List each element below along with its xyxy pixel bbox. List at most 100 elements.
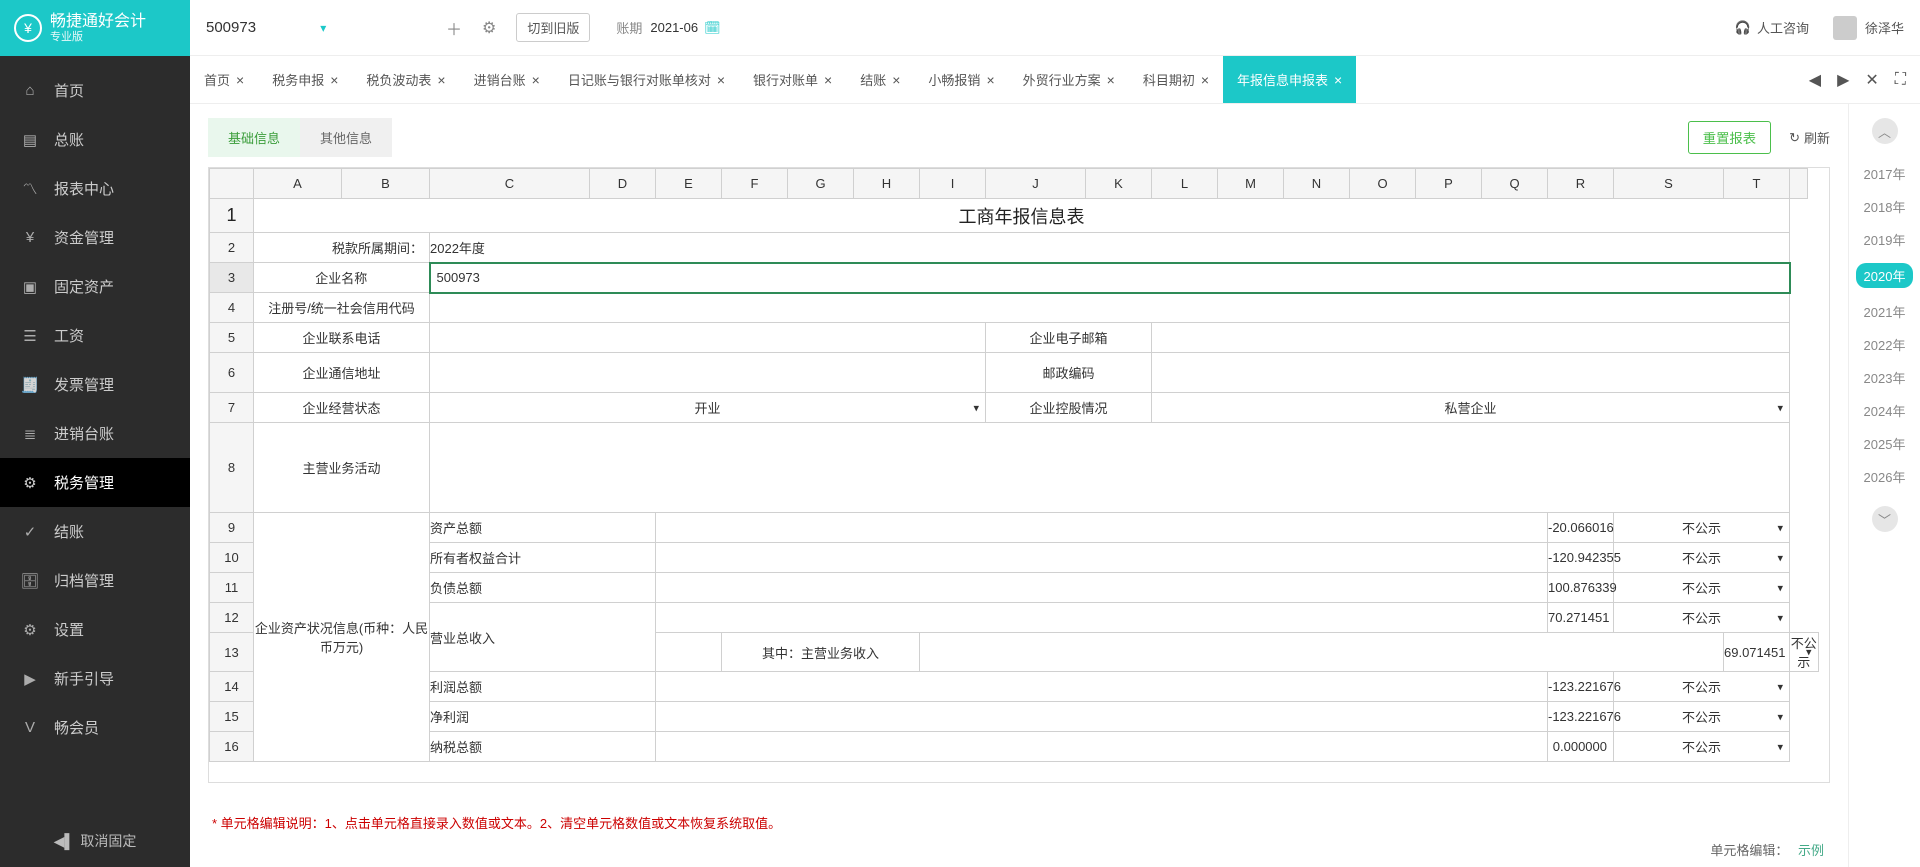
cell[interactable]: 工商年报信息表 <box>254 199 1790 233</box>
row-header[interactable]: 5 <box>210 323 254 353</box>
year-2025年[interactable]: 2025年 <box>1864 434 1906 453</box>
cell[interactable]: 税款所属期间： <box>254 233 430 263</box>
unpin-button[interactable]: ◀▌ 取消固定 <box>0 815 190 867</box>
row-header[interactable]: 16 <box>210 732 254 762</box>
cell[interactable]: -123.221676 <box>1548 702 1614 732</box>
cell[interactable]: 0.000000 <box>1548 732 1614 762</box>
tab-close-all-button[interactable]: ✕ <box>1857 70 1886 90</box>
tab-close-icon[interactable]: × <box>892 72 900 88</box>
tab-3[interactable]: 进销台账× <box>460 56 554 103</box>
tab-close-icon[interactable]: × <box>236 72 244 88</box>
cell[interactable]: 纳税总额 <box>430 732 656 762</box>
row-header[interactable]: 1 <box>210 199 254 233</box>
cell[interactable]: 不公示 <box>1614 573 1790 603</box>
cell[interactable] <box>430 323 986 353</box>
cell[interactable]: 100.876339 <box>1548 573 1614 603</box>
row-header[interactable]: 11 <box>210 573 254 603</box>
cell[interactable]: 企业资产状况信息(币种：人民币万元) <box>254 513 430 762</box>
year-2019年[interactable]: 2019年 <box>1864 230 1906 249</box>
cell[interactable]: 利润总额 <box>430 672 656 702</box>
nav-item-8[interactable]: ⚙税务管理 <box>0 458 190 507</box>
nav-item-12[interactable]: ▶新手引导 <box>0 654 190 703</box>
example-link[interactable]: 示例 <box>1798 843 1824 858</box>
cell[interactable]: 不公示 <box>1790 633 1819 672</box>
nav-item-2[interactable]: 〽报表中心 <box>0 164 190 213</box>
cell[interactable]: 不公示 <box>1614 702 1790 732</box>
col-header[interactable]: A <box>254 169 342 199</box>
row-header[interactable]: 14 <box>210 672 254 702</box>
cell[interactable]: 其中：主营业务收入 <box>722 633 920 672</box>
col-header[interactable]: L <box>1152 169 1218 199</box>
cell[interactable]: 主营业务活动 <box>254 423 430 513</box>
cell[interactable] <box>430 353 986 393</box>
cell[interactable] <box>656 603 1548 633</box>
horizontal-scrollbar[interactable] <box>208 783 1830 801</box>
nav-item-7[interactable]: ≣进销台账 <box>0 409 190 458</box>
cell[interactable]: 私营企业 <box>1152 393 1790 423</box>
cell[interactable] <box>1152 353 1790 393</box>
tab-close-icon[interactable]: × <box>532 72 540 88</box>
cell[interactable]: 净利润 <box>430 702 656 732</box>
cell[interactable] <box>656 702 1548 732</box>
tab-close-icon[interactable]: × <box>330 72 338 88</box>
tab-1[interactable]: 税务申报× <box>258 56 352 103</box>
add-button[interactable]: ＋ <box>446 16 462 40</box>
row-header[interactable]: 7 <box>210 393 254 423</box>
col-header[interactable] <box>210 169 254 199</box>
row-header[interactable]: 6 <box>210 353 254 393</box>
cell[interactable]: 邮政编码 <box>986 353 1152 393</box>
year-down-button[interactable]: ﹀ <box>1872 506 1898 532</box>
col-header[interactable]: J <box>986 169 1086 199</box>
row-header[interactable]: 10 <box>210 543 254 573</box>
col-header[interactable]: E <box>656 169 722 199</box>
col-header[interactable]: N <box>1284 169 1350 199</box>
tab-close-icon[interactable]: × <box>824 72 832 88</box>
nav-item-13[interactable]: V畅会员 <box>0 703 190 752</box>
cell[interactable]: 企业联系电话 <box>254 323 430 353</box>
cell[interactable] <box>656 672 1548 702</box>
col-header[interactable]: G <box>788 169 854 199</box>
col-header[interactable]: I <box>920 169 986 199</box>
row-header[interactable]: 3 <box>210 263 254 293</box>
tab-close-icon[interactable]: × <box>1334 72 1342 88</box>
nav-item-4[interactable]: ▣固定资产 <box>0 262 190 311</box>
cell[interactable]: 所有者权益合计 <box>430 543 656 573</box>
rebuild-report-button[interactable]: 重置报表 <box>1688 121 1771 154</box>
col-header[interactable]: F <box>722 169 788 199</box>
row-header[interactable]: 12 <box>210 603 254 633</box>
user-menu[interactable]: 徐泽华 <box>1833 16 1904 40</box>
year-up-button[interactable]: ︿ <box>1872 118 1898 144</box>
cell[interactable]: 不公示 <box>1614 513 1790 543</box>
col-header[interactable]: T <box>1724 169 1790 199</box>
col-header[interactable]: D <box>590 169 656 199</box>
row-header[interactable]: 13 <box>210 633 254 672</box>
cell[interactable] <box>656 513 1548 543</box>
cell[interactable] <box>430 293 1790 323</box>
year-2017年[interactable]: 2017年 <box>1864 164 1906 183</box>
row-header[interactable]: 15 <box>210 702 254 732</box>
cell[interactable] <box>656 573 1548 603</box>
cell[interactable]: 企业名称 <box>254 263 430 293</box>
cell[interactable]: 不公示 <box>1614 543 1790 573</box>
cell[interactable] <box>920 633 1724 672</box>
year-2018年[interactable]: 2018年 <box>1864 197 1906 216</box>
year-2022年[interactable]: 2022年 <box>1864 335 1906 354</box>
cell[interactable] <box>656 633 722 672</box>
cell[interactable]: 负债总额 <box>430 573 656 603</box>
year-2020年[interactable]: 2020年 <box>1856 263 1914 288</box>
col-header[interactable]: O <box>1350 169 1416 199</box>
subtab-basic[interactable]: 基础信息 <box>208 118 300 157</box>
calendar-icon[interactable]: 🗓 <box>704 20 721 36</box>
col-header[interactable]: C <box>430 169 590 199</box>
tab-8[interactable]: 外贸行业方案× <box>1009 56 1129 103</box>
cell[interactable]: 开业 <box>430 393 986 423</box>
cell[interactable]: -123.221676 <box>1548 672 1614 702</box>
tab-9[interactable]: 科目期初× <box>1129 56 1223 103</box>
col-header[interactable]: P <box>1416 169 1482 199</box>
cell[interactable]: -20.066016 <box>1548 513 1614 543</box>
cell[interactable]: 企业控股情况 <box>986 393 1152 423</box>
tab-close-icon[interactable]: × <box>717 72 725 88</box>
cell[interactable]: 不公示 <box>1614 603 1790 633</box>
cell[interactable]: 营业总收入 <box>430 603 656 672</box>
settings-icon[interactable]: ⚙ <box>482 18 496 38</box>
